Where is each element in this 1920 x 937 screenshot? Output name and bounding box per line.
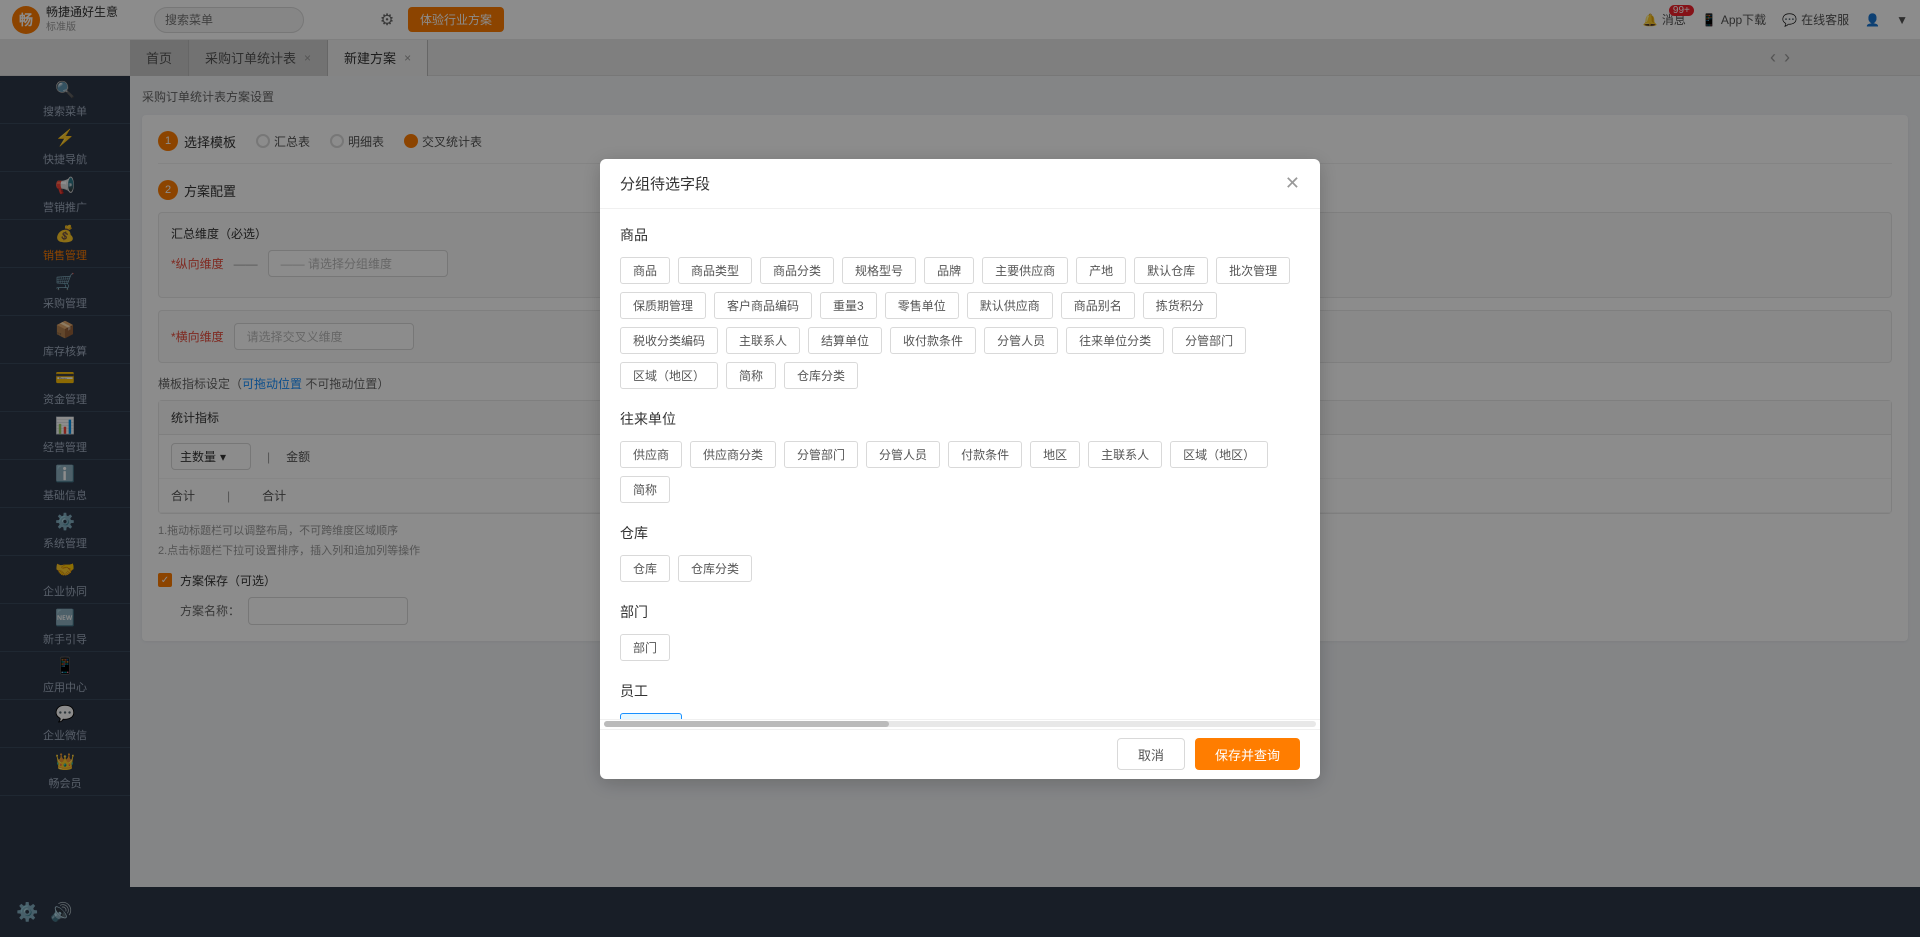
field-tag[interactable]: 规格型号 — [842, 257, 916, 284]
field-tag[interactable]: 分管部门 — [784, 441, 858, 468]
field-tag[interactable]: 默认仓库 — [1134, 257, 1208, 284]
section-title-dept: 部门 — [620, 602, 1300, 622]
field-section-employee: 员工 业务员 — [620, 681, 1300, 719]
modal-footer: 取消 保存并查询 — [600, 729, 1320, 779]
field-tag[interactable]: 仓库分类 — [784, 362, 858, 389]
field-tag[interactable]: 付款条件 — [948, 441, 1022, 468]
field-section-partner: 往来单位 供应商 供应商分类 分管部门 分管人员 付款条件 地区 主联系人 区域… — [620, 409, 1300, 503]
partner-field-tags: 供应商 供应商分类 分管部门 分管人员 付款条件 地区 主联系人 区域（地区） … — [620, 441, 1300, 503]
field-tag[interactable]: 分管部门 — [1172, 327, 1246, 354]
save-query-button[interactable]: 保存并查询 — [1195, 738, 1300, 770]
field-tag[interactable]: 零售单位 — [885, 292, 959, 319]
field-tag[interactable]: 商品别名 — [1061, 292, 1135, 319]
modal-body[interactable]: 商品 商品 商品类型 商品分类 规格型号 品牌 主要供应商 产地 默认仓库 批次… — [600, 209, 1320, 719]
field-tag[interactable]: 简称 — [726, 362, 776, 389]
field-tag[interactable]: 收付款条件 — [890, 327, 976, 354]
field-tag[interactable]: 分管人员 — [866, 441, 940, 468]
field-tag[interactable]: 批次管理 — [1216, 257, 1290, 284]
section-title-employee: 员工 — [620, 681, 1300, 701]
field-tag[interactable]: 供应商分类 — [690, 441, 776, 468]
field-section-goods: 商品 商品 商品类型 商品分类 规格型号 品牌 主要供应商 产地 默认仓库 批次… — [620, 225, 1300, 389]
field-tag[interactable]: 商品 — [620, 257, 670, 284]
field-section-dept: 部门 部门 — [620, 602, 1300, 661]
modal-header: 分组待选字段 ✕ — [600, 159, 1320, 209]
field-tag[interactable]: 分管人员 — [984, 327, 1058, 354]
field-tag[interactable]: 主要供应商 — [982, 257, 1068, 284]
field-tag[interactable]: 结算单位 — [808, 327, 882, 354]
field-tag[interactable]: 重量3 — [820, 292, 877, 319]
field-tag[interactable]: 地区 — [1030, 441, 1080, 468]
modal-close-button[interactable]: ✕ — [1285, 173, 1300, 194]
section-title-warehouse: 仓库 — [620, 523, 1300, 543]
field-tag[interactable]: 主联系人 — [726, 327, 800, 354]
field-selection-modal: 分组待选字段 ✕ 商品 商品 商品类型 商品分类 规格型号 品牌 主要供应商 产… — [600, 159, 1320, 779]
modal-overlay: 分组待选字段 ✕ 商品 商品 商品类型 商品分类 规格型号 品牌 主要供应商 产… — [0, 0, 1920, 937]
goods-field-tags: 商品 商品类型 商品分类 规格型号 品牌 主要供应商 产地 默认仓库 批次管理 … — [620, 257, 1300, 389]
warehouse-field-tags: 仓库 仓库分类 — [620, 555, 1300, 582]
field-section-warehouse: 仓库 仓库 仓库分类 — [620, 523, 1300, 582]
modal-title: 分组待选字段 — [620, 173, 710, 194]
field-tag[interactable]: 商品分类 — [760, 257, 834, 284]
field-tag[interactable]: 部门 — [620, 634, 670, 661]
field-tag[interactable]: 税收分类编码 — [620, 327, 718, 354]
section-title-partner: 往来单位 — [620, 409, 1300, 429]
field-tag[interactable]: 仓库 — [620, 555, 670, 582]
field-tag[interactable]: 主联系人 — [1088, 441, 1162, 468]
field-tag[interactable]: 商品类型 — [678, 257, 752, 284]
field-tag[interactable]: 往来单位分类 — [1066, 327, 1164, 354]
field-tag[interactable]: 产地 — [1076, 257, 1126, 284]
field-tag[interactable]: 区域（地区） — [620, 362, 718, 389]
field-tag[interactable]: 供应商 — [620, 441, 682, 468]
field-tag[interactable]: 仓库分类 — [678, 555, 752, 582]
field-tag[interactable]: 默认供应商 — [967, 292, 1053, 319]
field-tag[interactable]: 客户商品编码 — [714, 292, 812, 319]
dept-field-tags: 部门 — [620, 634, 1300, 661]
cancel-button[interactable]: 取消 — [1117, 738, 1185, 770]
section-title-goods: 商品 — [620, 225, 1300, 245]
field-tag[interactable]: 区域（地区） — [1170, 441, 1268, 468]
modal-hscrollbar[interactable] — [600, 719, 1320, 729]
field-tag[interactable]: 品牌 — [924, 257, 974, 284]
field-tag[interactable]: 简称 — [620, 476, 670, 503]
field-tag[interactable]: 保质期管理 — [620, 292, 706, 319]
field-tag[interactable]: 拣货积分 — [1143, 292, 1217, 319]
